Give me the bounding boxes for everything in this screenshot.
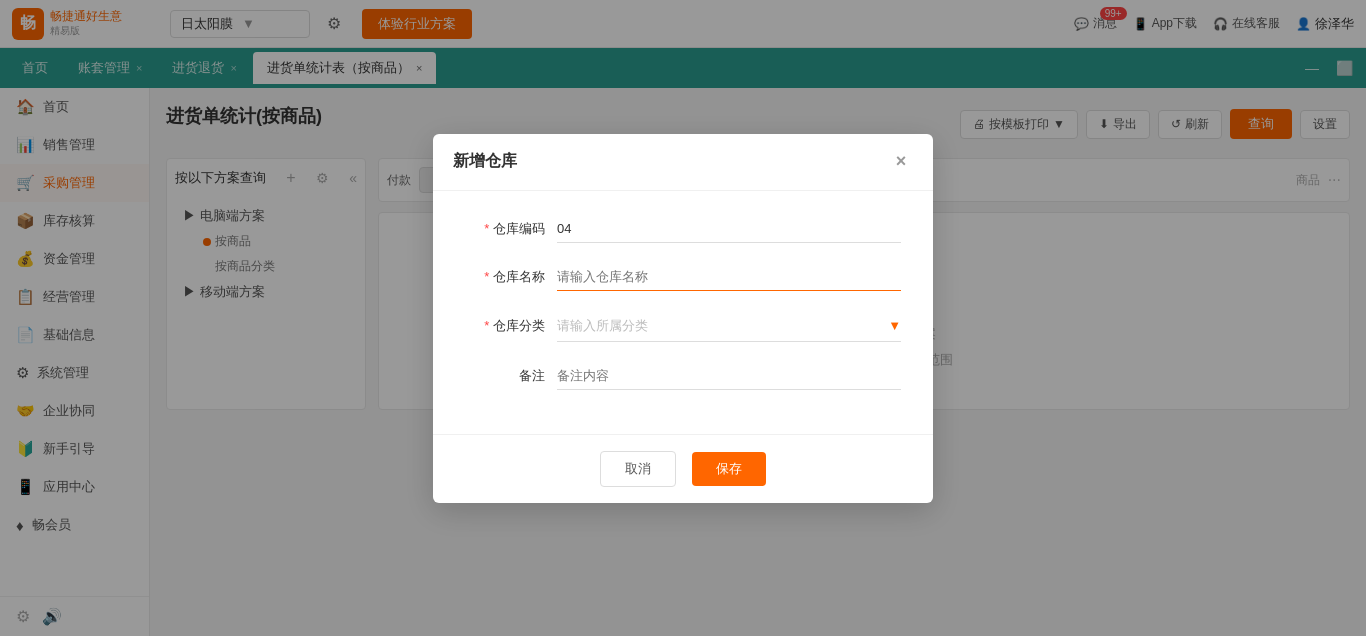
modal-footer: 取消 保存 <box>433 434 933 503</box>
remark-input[interactable] <box>557 362 901 390</box>
add-warehouse-modal: 新增仓库 × 仓库编码 仓库名称 仓库分类 请输入所属分类 ▼ <box>433 134 933 503</box>
form-row-code: 仓库编码 <box>465 215 901 243</box>
form-row-category: 仓库分类 请输入所属分类 ▼ <box>465 311 901 342</box>
save-button[interactable]: 保存 <box>692 452 766 486</box>
name-label: 仓库名称 <box>465 268 545 286</box>
category-select[interactable]: 请输入所属分类 ▼ <box>557 311 901 342</box>
code-label: 仓库编码 <box>465 220 545 238</box>
category-placeholder: 请输入所属分类 <box>557 317 648 335</box>
form-row-name: 仓库名称 <box>465 263 901 291</box>
form-row-remark: 备注 <box>465 362 901 390</box>
modal-header: 新增仓库 × <box>433 134 933 191</box>
modal-close-btn[interactable]: × <box>889 150 913 174</box>
category-dropdown-icon: ▼ <box>888 318 901 333</box>
cancel-button[interactable]: 取消 <box>600 451 676 487</box>
category-label: 仓库分类 <box>465 317 545 335</box>
remark-label: 备注 <box>465 367 545 385</box>
modal-body: 仓库编码 仓库名称 仓库分类 请输入所属分类 ▼ 备注 <box>433 191 933 434</box>
name-input[interactable] <box>557 263 901 291</box>
modal-overlay[interactable]: 新增仓库 × 仓库编码 仓库名称 仓库分类 请输入所属分类 ▼ <box>0 0 1366 636</box>
code-input[interactable] <box>557 215 901 243</box>
modal-title: 新增仓库 <box>453 151 517 172</box>
